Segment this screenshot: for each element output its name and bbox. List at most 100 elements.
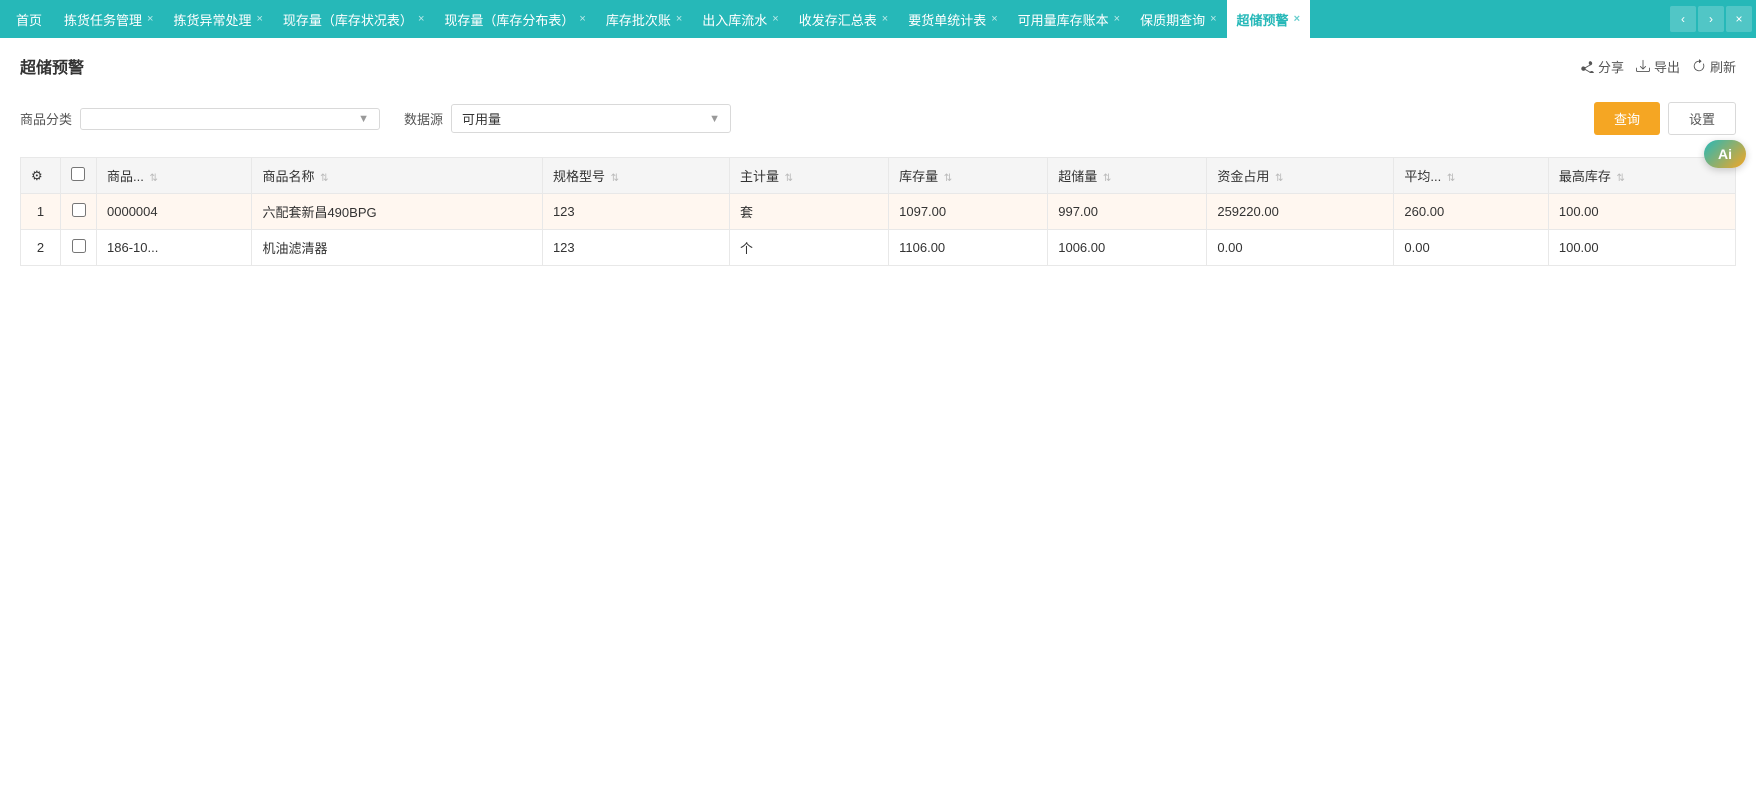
sort-icon: ⇅ (1103, 173, 1111, 184)
query-button[interactable]: 查询 (1594, 102, 1660, 135)
nav-tab-10[interactable]: 超储预警 × (1227, 0, 1310, 38)
close-icon[interactable]: × (772, 13, 778, 25)
row-index: 2 (21, 230, 61, 266)
nav-tab-6[interactable]: 收发存汇总表 × (789, 0, 898, 38)
close-icon[interactable]: × (579, 13, 585, 25)
nav-tab-3[interactable]: 现存量（库存分布表） × (434, 0, 595, 38)
row-product-code: 186-10... (97, 230, 252, 266)
sort-icon: ⇅ (320, 173, 328, 184)
nav-prev-button[interactable]: ‹ (1670, 6, 1696, 32)
sort-icon: ⇅ (149, 173, 157, 184)
nav-home[interactable]: 首页 (4, 10, 54, 29)
share-icon (1580, 59, 1594, 73)
row-spec: 123 (542, 194, 729, 230)
close-icon[interactable]: × (676, 13, 682, 25)
row-index: 1 (21, 194, 61, 230)
export-icon (1636, 59, 1650, 73)
page-header: 超储预警 分享 导出 刷新 (20, 54, 1736, 78)
row-product-name: 六配套新昌490BPG (252, 194, 543, 230)
gear-icon: ⚙ (31, 168, 43, 183)
category-label: 商品分类 (20, 109, 72, 128)
nav-tab-4[interactable]: 库存批次账 × (596, 0, 692, 38)
page-title: 超储预警 (20, 54, 84, 78)
top-nav: 首页 拣货任务管理 × 拣货异常处理 × 现存量（库存状况表） × 现存量（库存… (0, 0, 1756, 38)
sort-icon: ⇅ (944, 173, 952, 184)
nav-arrows: ‹ › × (1670, 6, 1752, 32)
nav-tab-7[interactable]: 要货单统计表 × (898, 0, 1007, 38)
row-product-name: 机油滤清器 (252, 230, 543, 266)
nav-tab-2[interactable]: 现存量（库存状况表） × (273, 0, 434, 38)
row-over-stock: 1006.00 (1048, 230, 1207, 266)
refresh-button[interactable]: 刷新 (1692, 57, 1736, 76)
close-icon[interactable]: × (418, 13, 424, 25)
row-product-code: 0000004 (97, 194, 252, 230)
row-unit: 套 (730, 194, 889, 230)
row-unit: 个 (730, 230, 889, 266)
col-header-product-code[interactable]: 商品... ⇅ (97, 158, 252, 194)
header-actions: 分享 导出 刷新 (1580, 57, 1736, 76)
close-icon[interactable]: × (147, 13, 153, 25)
nav-tab-9[interactable]: 保质期查询 × (1130, 0, 1226, 38)
category-filter-group: 商品分类 ▼ (20, 108, 380, 130)
close-icon[interactable]: × (991, 13, 997, 25)
sort-icon: ⇅ (785, 173, 793, 184)
settings-button[interactable]: 设置 (1668, 102, 1736, 135)
row-max-stock: 100.00 (1548, 194, 1735, 230)
row-max-stock: 100.00 (1548, 230, 1735, 266)
datasource-select[interactable]: 可用量 ▼ (451, 104, 731, 133)
datasource-filter-group: 数据源 可用量 ▼ (404, 104, 731, 133)
close-icon[interactable]: × (1210, 13, 1216, 25)
export-button[interactable]: 导出 (1636, 57, 1680, 76)
col-header-capital[interactable]: 资金占用 ⇅ (1207, 158, 1394, 194)
nav-next-button[interactable]: › (1698, 6, 1724, 32)
nav-tab-1[interactable]: 拣货异常处理 × (163, 0, 272, 38)
col-header-checkbox[interactable] (61, 158, 97, 194)
sort-icon: ⇅ (1275, 173, 1283, 184)
table-row: 2 186-10... 机油滤清器 123 个 1106.00 1006.00 … (21, 230, 1736, 266)
col-header-unit[interactable]: 主计量 ⇅ (730, 158, 889, 194)
nav-close-button[interactable]: × (1726, 6, 1752, 32)
row-spec: 123 (542, 230, 729, 266)
row-stock: 1097.00 (889, 194, 1048, 230)
row-over-stock: 997.00 (1048, 194, 1207, 230)
col-header-spec[interactable]: 规格型号 ⇅ (542, 158, 729, 194)
filter-actions: 查询 设置 (1594, 102, 1736, 135)
chevron-down-icon: ▼ (709, 113, 720, 125)
row-capital: 0.00 (1207, 230, 1394, 266)
row-stock: 1106.00 (889, 230, 1048, 266)
data-table: ⚙ 商品... ⇅ 商品名称 ⇅ 规格型号 ⇅ 主计量 (20, 157, 1736, 266)
nav-tab-0[interactable]: 拣货任务管理 × (54, 0, 163, 38)
close-icon[interactable]: × (882, 13, 888, 25)
col-header-over-stock[interactable]: 超储量 ⇅ (1048, 158, 1207, 194)
refresh-icon (1692, 59, 1706, 73)
category-select[interactable]: ▼ (80, 108, 380, 130)
col-header-product-name[interactable]: 商品名称 ⇅ (252, 158, 543, 194)
row-checkbox[interactable] (72, 203, 86, 217)
row-checkbox-cell[interactable] (61, 194, 97, 230)
close-icon[interactable]: × (256, 13, 262, 25)
filter-bar: 商品分类 ▼ 数据源 可用量 ▼ 查询 设置 (20, 94, 1736, 143)
row-avg: 260.00 (1394, 194, 1548, 230)
page-content: 超储预警 分享 导出 刷新 (0, 38, 1756, 800)
sort-icon: ⇅ (1617, 173, 1625, 184)
chevron-down-icon: ▼ (358, 113, 369, 125)
close-icon[interactable]: × (1294, 13, 1300, 25)
sort-icon: ⇅ (611, 173, 619, 184)
datasource-label: 数据源 (404, 109, 443, 128)
nav-tab-8[interactable]: 可用量库存账本 × (1008, 0, 1130, 38)
row-avg: 0.00 (1394, 230, 1548, 266)
nav-tab-5[interactable]: 出入库流水 × (692, 0, 788, 38)
datasource-select-value: 可用量 (462, 109, 701, 128)
col-header-gear[interactable]: ⚙ (21, 158, 61, 194)
row-capital: 259220.00 (1207, 194, 1394, 230)
sort-icon: ⇅ (1447, 173, 1455, 184)
close-icon[interactable]: × (1114, 13, 1120, 25)
share-button[interactable]: 分享 (1580, 57, 1624, 76)
row-checkbox[interactable] (72, 239, 86, 253)
ai-badge[interactable]: Ai (1704, 140, 1746, 168)
select-all-checkbox[interactable] (71, 167, 85, 181)
col-header-avg[interactable]: 平均... ⇅ (1394, 158, 1548, 194)
row-checkbox-cell[interactable] (61, 230, 97, 266)
table-row: 1 0000004 六配套新昌490BPG 123 套 1097.00 997.… (21, 194, 1736, 230)
col-header-stock[interactable]: 库存量 ⇅ (889, 158, 1048, 194)
